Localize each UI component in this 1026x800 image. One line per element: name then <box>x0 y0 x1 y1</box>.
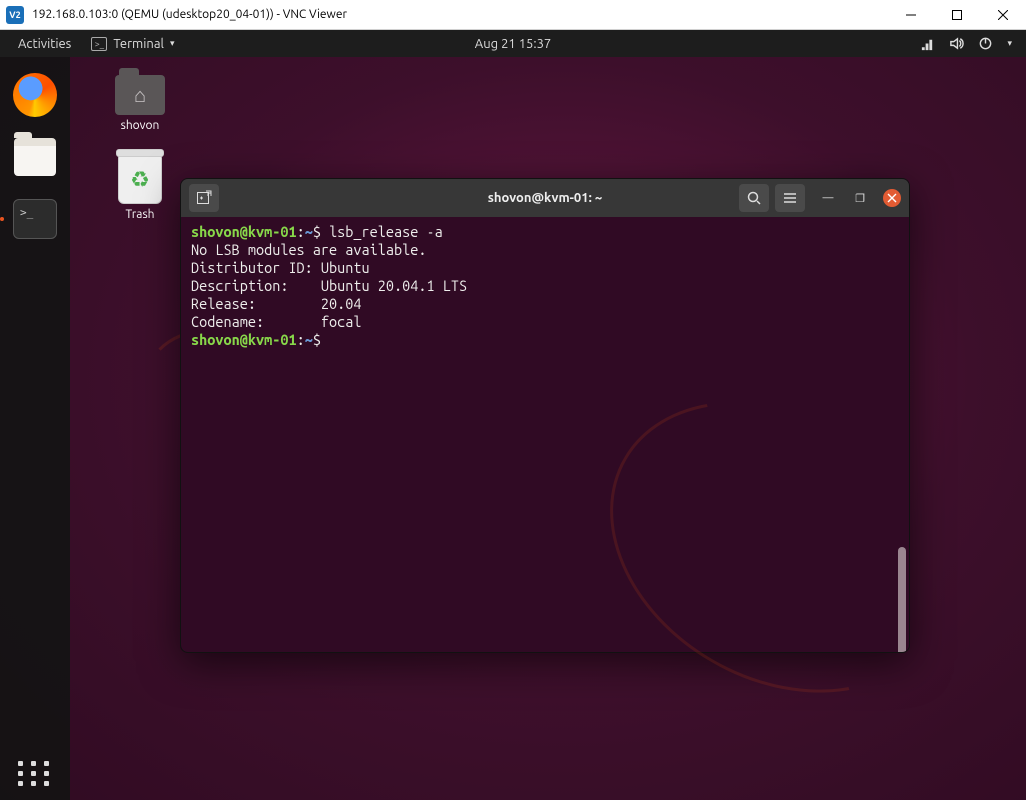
terminal-search-button[interactable] <box>739 184 769 212</box>
search-icon <box>746 190 762 206</box>
command-text: lsb_release -a <box>329 223 443 240</box>
files-icon <box>14 138 56 176</box>
desktop-icon-label: shovon <box>100 119 180 132</box>
ubuntu-desktop: Activities >_ Terminal ▾ Aug 21 15:37 ▾ <box>0 30 1026 800</box>
output-line: Distributor ID: Ubuntu <box>191 259 370 276</box>
vnc-maximize-button[interactable] <box>934 0 980 30</box>
prompt-sep: : <box>297 223 305 240</box>
prompt-path: ~ <box>305 223 313 240</box>
maximize-icon <box>952 10 962 20</box>
chevron-down-icon: ▾ <box>1007 38 1012 49</box>
terminal-scrollbar[interactable] <box>898 547 906 652</box>
terminal-close-button[interactable] <box>883 189 901 207</box>
terminal-title: shovon@kvm-01: ~ <box>488 191 602 205</box>
output-line: Release: 20.04 <box>191 295 362 312</box>
prompt-user: shovon@kvm-01 <box>191 223 297 240</box>
gnome-topbar: Activities >_ Terminal ▾ Aug 21 15:37 ▾ <box>0 30 1026 57</box>
dock-item-files[interactable] <box>9 131 61 183</box>
system-status-area[interactable]: ▾ <box>920 36 1018 51</box>
terminal-menu-button[interactable] <box>775 184 805 212</box>
app-menu-label: Terminal <box>113 37 164 51</box>
dock-item-terminal[interactable]: >_ <box>9 193 61 245</box>
trash-icon <box>118 154 162 204</box>
new-tab-icon <box>196 190 212 206</box>
hamburger-icon <box>782 190 798 206</box>
new-tab-button[interactable] <box>189 184 219 212</box>
clock[interactable]: Aug 21 15:37 <box>465 37 562 51</box>
terminal-window-controls: — ❐ <box>819 189 901 207</box>
vnc-titlebar[interactable]: V2 192.168.0.103:0 (QEMU (udesktop20_04-… <box>0 0 1026 30</box>
desktop-icon-label: Trash <box>100 208 180 221</box>
firefox-icon <box>13 73 57 117</box>
vnc-window-title: 192.168.0.103:0 (QEMU (udesktop20_04-01)… <box>32 8 347 21</box>
vnc-minimize-button[interactable] <box>888 0 934 30</box>
desktop-icon-home[interactable]: shovon <box>100 75 180 132</box>
dock-item-firefox[interactable] <box>9 69 61 121</box>
terminal-icon: >_ <box>91 37 107 51</box>
chevron-down-icon: ▾ <box>170 38 175 49</box>
prompt-path: ~ <box>305 331 313 348</box>
terminal-maximize-button[interactable]: ❐ <box>851 189 869 207</box>
terminal-body[interactable]: shovon@kvm-01:~$ lsb_release -a No LSB m… <box>181 217 909 652</box>
power-icon <box>978 36 993 51</box>
minimize-icon <box>906 10 916 20</box>
app-menu-button[interactable]: >_ Terminal ▾ <box>81 37 184 51</box>
dock: >_ <box>0 57 70 800</box>
terminal-headerbar[interactable]: shovon@kvm-01: ~ — ❐ <box>181 179 909 217</box>
prompt-sep: : <box>297 331 305 348</box>
vnc-logo-icon: V2 <box>6 6 24 24</box>
prompt-char: $ <box>313 223 321 240</box>
desktop-icon-trash[interactable]: Trash <box>100 154 180 221</box>
desktop-icons: shovon Trash <box>100 75 180 243</box>
close-icon <box>887 193 897 203</box>
show-applications-button[interactable] <box>18 761 52 786</box>
close-icon <box>998 10 1008 20</box>
activities-button[interactable]: Activities <box>8 37 81 51</box>
output-line: Description: Ubuntu 20.04.1 LTS <box>191 277 467 294</box>
vnc-close-button[interactable] <box>980 0 1026 30</box>
vnc-viewer-window: V2 192.168.0.103:0 (QEMU (udesktop20_04-… <box>0 0 1026 800</box>
prompt-user: shovon@kvm-01 <box>191 331 297 348</box>
home-folder-icon <box>115 75 165 115</box>
terminal-icon: >_ <box>13 199 57 239</box>
prompt-char: $ <box>313 331 321 348</box>
terminal-window: shovon@kvm-01: ~ — ❐ shovon@kvm-01:~$ ls… <box>180 178 910 653</box>
output-line: Codename: focal <box>191 313 362 330</box>
output-line: No LSB modules are available. <box>191 241 426 258</box>
volume-icon <box>949 36 964 51</box>
terminal-minimize-button[interactable]: — <box>819 189 837 207</box>
network-icon <box>920 36 935 51</box>
